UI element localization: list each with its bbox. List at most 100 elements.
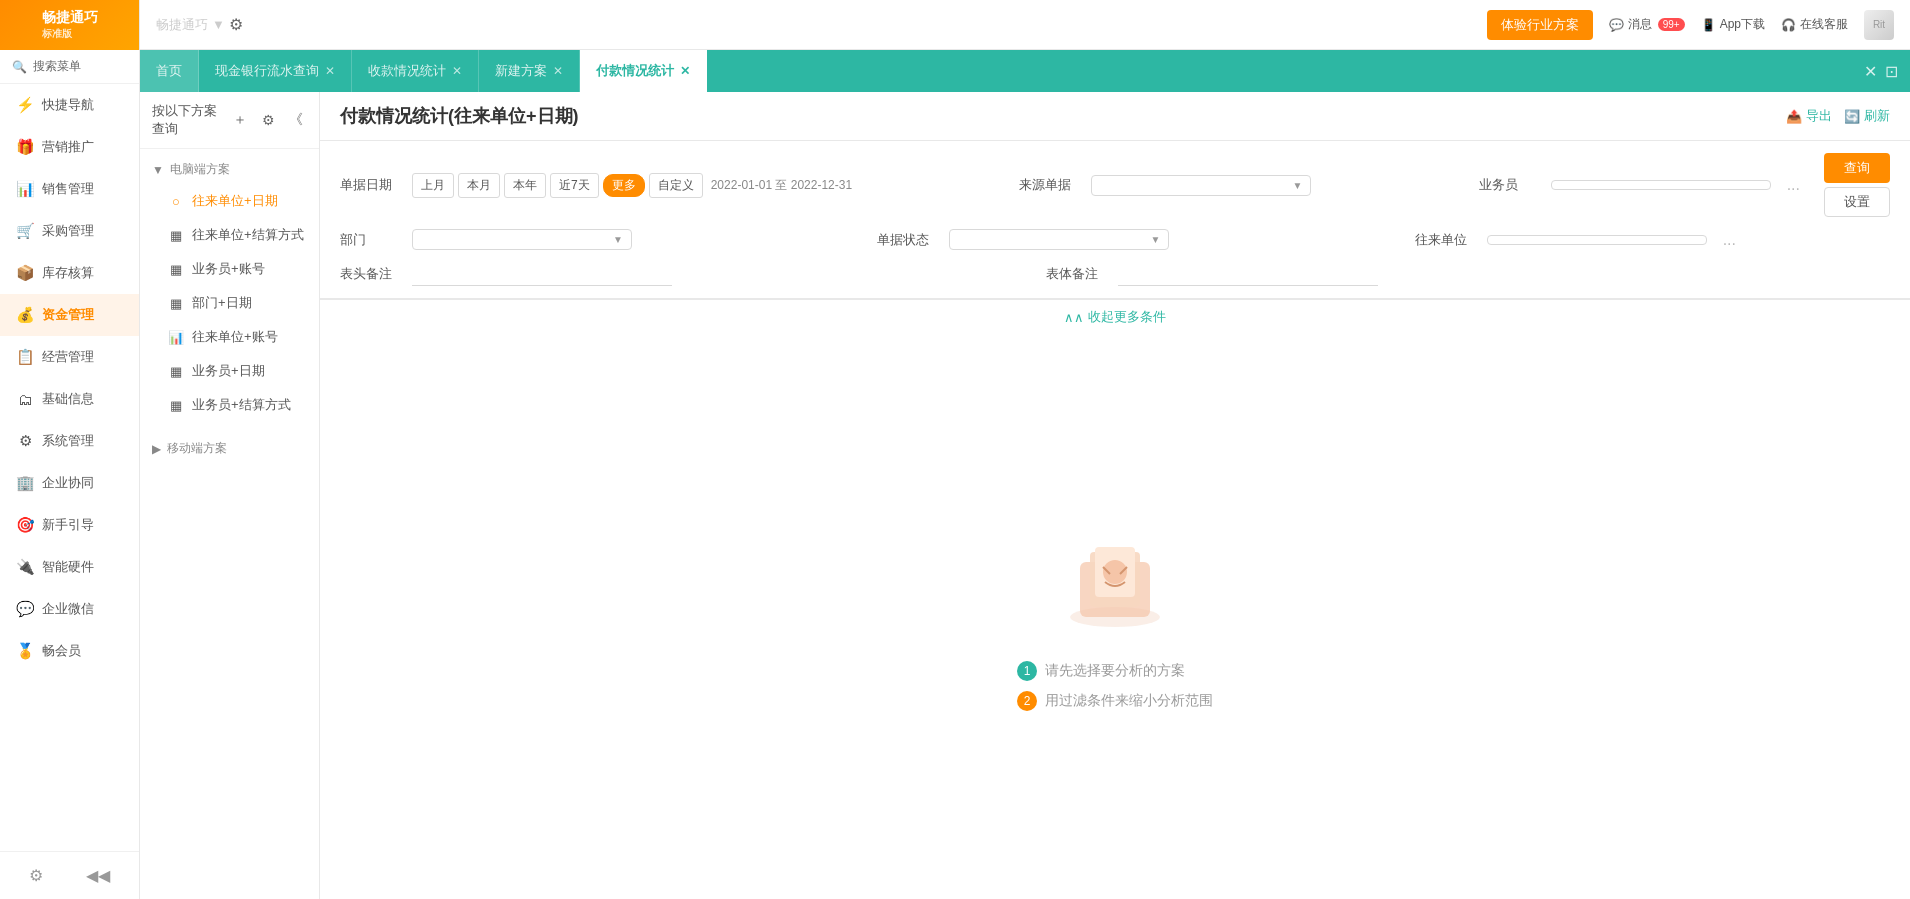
tab-close-new-scheme[interactable]: ✕ <box>553 64 563 78</box>
close-window-btn[interactable]: ✕ <box>1864 62 1877 81</box>
sidebar-item-purchase[interactable]: 🛒采购管理 <box>0 210 139 252</box>
tab-new-scheme[interactable]: 新建方案✕ <box>479 50 580 92</box>
bill-status-arrow: ▼ <box>1150 234 1160 245</box>
message-btn[interactable]: 💬 消息 99+ <box>1609 16 1685 33</box>
bill-status-select[interactable]: ▼ <box>949 229 1169 250</box>
counterpart-dots-btn[interactable]: ... <box>1723 231 1736 249</box>
sidebar-item-enterprise[interactable]: 🏢企业协同 <box>0 462 139 504</box>
tab-payment-stats[interactable]: 付款情况统计✕ <box>580 50 707 92</box>
date-range-display: 2022-01-01 至 2022-12-31 <box>711 177 852 194</box>
tab-label-bank-flow: 现金银行流水查询 <box>215 62 319 80</box>
sidebar-item-inventory[interactable]: 📦库存核算 <box>0 252 139 294</box>
source-bill-select[interactable]: ▼ <box>1091 175 1311 196</box>
scheme-item-counterpart-settle[interactable]: ▦往来单位+结算方式 <box>140 218 319 252</box>
tab-home[interactable]: 首页 <box>140 50 199 92</box>
collapse-sidebar-btn[interactable]: ◀◀ <box>80 860 116 891</box>
scheme-mobile-title[interactable]: ▶ 移动端方案 <box>140 434 319 463</box>
counterpart-select[interactable] <box>1487 235 1707 245</box>
scheme-item-dept-date[interactable]: ▦部门+日期 <box>140 286 319 320</box>
sidebar-item-system[interactable]: ⚙系统管理 <box>0 420 139 462</box>
sidebar-item-sales[interactable]: 📊销售管理 <box>0 168 139 210</box>
scheme-item-salesperson-date[interactable]: ▦业务员+日期 <box>140 354 319 388</box>
sidebar-item-quick-nav[interactable]: ⚡快捷导航 <box>0 84 139 126</box>
settings-filter-btn[interactable]: 设置 <box>1824 187 1890 217</box>
date-this-year-btn[interactable]: 本年 <box>504 173 546 198</box>
salesperson-select[interactable] <box>1551 180 1771 190</box>
message-badge: 99+ <box>1658 18 1685 31</box>
add-scheme-btn[interactable]: ＋ <box>229 109 251 131</box>
trial-btn[interactable]: 体验行业方案 <box>1487 10 1593 40</box>
header-note-input[interactable] <box>412 262 672 286</box>
logo-subtitle: 标准版 <box>42 27 98 41</box>
tab-close-bank-flow[interactable]: ✕ <box>325 64 335 78</box>
scheme-icon-counterpart-account: 📊 <box>168 329 184 345</box>
desktop-collapse-icon: ▼ <box>152 163 164 177</box>
tab-receivable-stats[interactable]: 收款情况统计 ✕ <box>352 50 479 92</box>
export-btn[interactable]: 📤 导出 <box>1786 107 1832 125</box>
maximize-btn[interactable]: ⊡ <box>1885 62 1898 81</box>
sidebar-item-hardware[interactable]: 🔌智能硬件 <box>0 546 139 588</box>
scheme-item-salesperson-settle[interactable]: ▦ 业务员+结算方式 <box>140 388 319 422</box>
scheme-mobile-group: ▶ 移动端方案 <box>140 428 319 469</box>
scheme-header-title: 按以下方案查询 <box>152 102 229 138</box>
sidebar-label-purchase: 采购管理 <box>42 222 94 240</box>
refresh-btn[interactable]: 🔄 刷新 <box>1844 107 1890 125</box>
sidebar-item-finance[interactable]: 💰资金管理 <box>0 294 139 336</box>
date-last-7days-btn[interactable]: 近7天 <box>550 173 599 198</box>
collapse-scheme-btn[interactable]: 《 <box>285 109 307 131</box>
sidebar-label-operation: 经营管理 <box>42 348 94 366</box>
user-avatar[interactable]: Rit <box>1864 10 1894 40</box>
scheme-icon-counterpart-settle: ▦ <box>168 227 184 243</box>
content-area: 付款情况统计(往来单位+日期) 📤 导出 🔄 刷新 单据日期 <box>320 92 1910 899</box>
scheme-item-salesperson-account[interactable]: ▦业务员+账号 <box>140 252 319 286</box>
scheme-settings-btn[interactable]: ⚙ <box>257 109 279 131</box>
breadcrumb-separator: ▼ <box>212 17 225 32</box>
collapse-conditions-btn[interactable]: ∧∧ 收起更多条件 <box>320 299 1910 334</box>
sidebar-icon-operation: 📋 <box>16 348 34 366</box>
scheme-label-salesperson-settle: 业务员+结算方式 <box>192 396 291 414</box>
topbar-settings-icon[interactable]: ⚙ <box>229 15 243 34</box>
sidebar-bottom: ⚙ ◀◀ <box>0 851 139 899</box>
scheme-desktop-title[interactable]: ▼ 电脑端方案 <box>140 155 319 184</box>
scheme-icon-salesperson-settle: ▦ <box>168 397 184 413</box>
scheme-item-counterpart-date[interactable]: ○往来单位+日期 <box>140 184 319 218</box>
sidebar-item-marketing[interactable]: 🎁营销推广 <box>0 126 139 168</box>
header-note-label: 表头备注 <box>340 265 396 283</box>
date-custom-btn[interactable]: 自定义 <box>649 173 703 198</box>
customer-service-label: 在线客服 <box>1800 16 1848 33</box>
sidebar-item-member[interactable]: 🏅畅会员 <box>0 630 139 672</box>
date-this-month-btn[interactable]: 本月 <box>458 173 500 198</box>
settings-bottom-icon[interactable]: ⚙ <box>23 860 49 891</box>
empty-tip-1: 1 请先选择要分析的方案 <box>1017 661 1213 681</box>
tab-bank-flow[interactable]: 现金银行流水查询 ✕ <box>199 50 352 92</box>
tip-text-1: 请先选择要分析的方案 <box>1045 662 1185 680</box>
page-header: 付款情况统计(往来单位+日期) 📤 导出 🔄 刷新 <box>320 92 1910 141</box>
tab-label-home: 首页 <box>156 62 182 80</box>
tab-close-payment-stats[interactable]: ✕ <box>680 64 690 78</box>
sidebar-item-operation[interactable]: 📋 经营管理 <box>0 336 139 378</box>
scheme-icon-salesperson-account: ▦ <box>168 261 184 277</box>
date-more-btn[interactable]: 更多 <box>603 174 645 197</box>
tab-bar: 首页现金银行流水查询✕收款情况统计✕新建方案✕付款情况统计✕✕⊡ <box>140 50 1910 92</box>
dept-select[interactable]: ▼ <box>412 229 632 250</box>
sidebar-logo: 畅捷通巧 标准版 <box>0 0 139 50</box>
scheme-header: 按以下方案查询 ＋ ⚙ 《 <box>140 92 319 149</box>
salesperson-dots-btn[interactable]: ... <box>1787 176 1800 194</box>
sidebar-item-wechat[interactable]: 💬企业微信 <box>0 588 139 630</box>
empty-illustration <box>1055 522 1175 645</box>
body-note-input[interactable] <box>1118 262 1378 286</box>
query-btn[interactable]: 查询 <box>1824 153 1890 183</box>
app-download-btn[interactable]: 📱 App下载 <box>1701 16 1765 33</box>
sidebar-item-guide[interactable]: 🎯新手引导 <box>0 504 139 546</box>
customer-service-btn[interactable]: 🎧 在线客服 <box>1781 16 1848 33</box>
refresh-icon: 🔄 <box>1844 109 1860 124</box>
sidebar-label-quick-nav: 快捷导航 <box>42 96 94 114</box>
page-content: 按以下方案查询 ＋ ⚙ 《 ▼ 电脑端方案 ○往来单位+日期▦往来单位+结算方式… <box>140 92 1910 899</box>
sidebar-item-basic[interactable]: 🗂基础信息 <box>0 378 139 420</box>
search-menu[interactable]: 🔍 搜索菜单 <box>0 50 139 84</box>
tab-close-receivable-stats[interactable]: ✕ <box>452 64 462 78</box>
tip-num-2: 2 <box>1017 691 1037 711</box>
date-last-month-btn[interactable]: 上月 <box>412 173 454 198</box>
scheme-item-counterpart-account[interactable]: 📊往来单位+账号 <box>140 320 319 354</box>
tab-label-receivable-stats: 收款情况统计 <box>368 62 446 80</box>
